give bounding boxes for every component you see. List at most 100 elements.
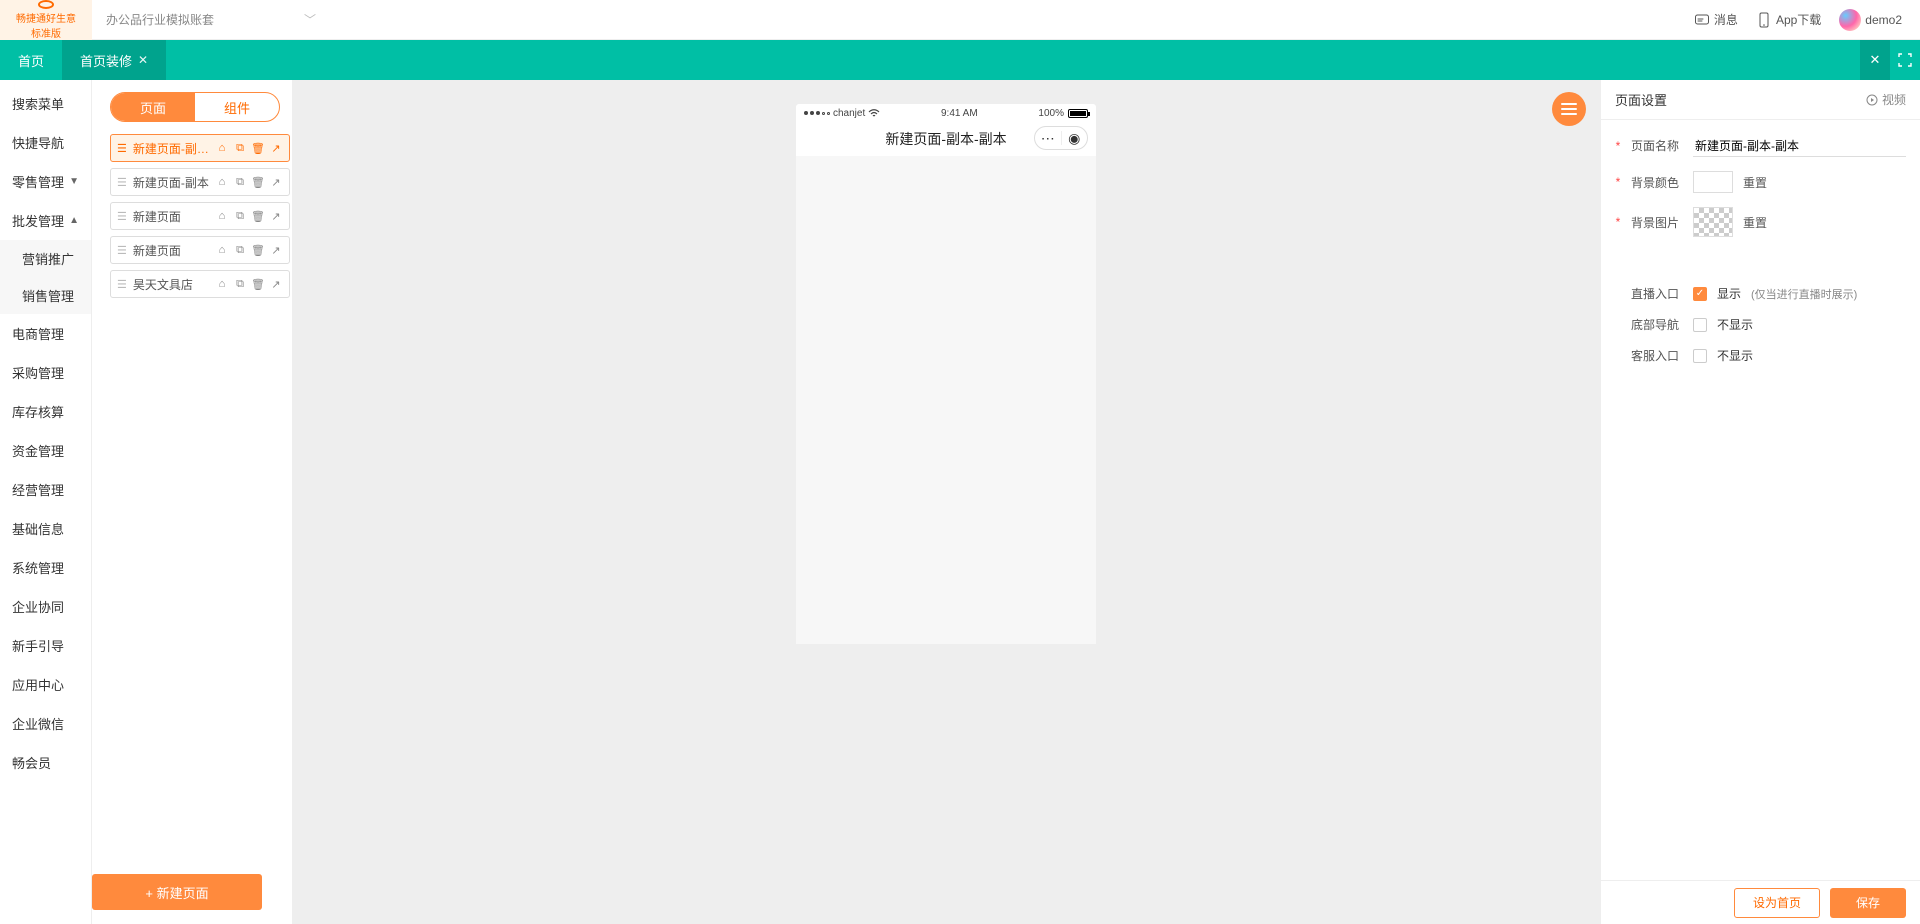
capsule-more-icon[interactable]: ⋯ [1035,130,1061,147]
page-item[interactable]: ☰ 新建页面-副本 ⌂⧉🗑↗ [110,168,290,196]
nav-sales[interactable]: 销售管理 [0,277,91,314]
brand-name: 畅捷通好生意 [16,10,76,25]
reset-bg-image[interactable]: 重置 [1743,214,1767,231]
reset-bg-color[interactable]: 重置 [1743,174,1767,191]
user-menu[interactable]: demo2 [1839,9,1902,31]
nav-system[interactable]: 系统管理 [0,548,91,587]
nav-label: 基础信息 [12,519,64,538]
nav-label: 应用中心 [12,675,64,694]
nav-quick[interactable]: 快捷导航 [0,123,91,162]
checkbox-service[interactable] [1693,349,1707,363]
nav-inventory[interactable]: 库存核算 [0,392,91,431]
home-icon[interactable]: ⌂ [215,243,229,257]
field-live: * 直播入口 ✓ 显示 (仅当进行直播时展示) [1615,285,1906,302]
phone-body[interactable] [796,156,1096,644]
tab-editor-label: 首页装修 [80,51,132,70]
home-icon[interactable]: ⌂ [215,209,229,223]
nav-member[interactable]: 畅会员 [0,743,91,782]
label-page-name: 页面名称 [1631,137,1683,154]
nav-retail[interactable]: 零售管理▼ [0,162,91,201]
tab-close-all-button[interactable]: ✕ [1860,40,1890,80]
fullscreen-button[interactable] [1890,40,1920,80]
drag-icon[interactable]: ☰ [117,176,127,189]
copy-icon[interactable]: ⧉ [233,175,247,189]
home-icon[interactable]: ⌂ [215,277,229,291]
set-home-button[interactable]: 设为首页 [1734,888,1820,918]
nav-collab[interactable]: 企业协同 [0,587,91,626]
nav-wecom[interactable]: 企业微信 [0,704,91,743]
miniapp-capsule[interactable]: ⋯ ◉ [1034,126,1088,150]
share-icon[interactable]: ↗ [269,243,283,257]
home-icon[interactable]: ⌂ [215,175,229,189]
label-bg-image: 背景图片 [1631,214,1683,231]
phone-time: 9:41 AM [941,108,978,119]
copy-icon[interactable]: ⧉ [233,277,247,291]
nav-guide[interactable]: 新手引导 [0,626,91,665]
page-list-column: 页面 组件 ☰ 新建页面-副本... ⌂ ⧉ 🗑 ↗ [92,80,292,924]
drag-icon[interactable]: ☰ [117,244,127,257]
tab-home-label: 首页 [18,51,44,70]
nav-marketing[interactable]: 营销推广 [0,240,91,277]
logo[interactable]: 畅捷通好生意 标准版 [0,0,92,40]
nav-purchase[interactable]: 采购管理 [0,353,91,392]
drag-icon[interactable]: ☰ [117,142,127,155]
nav-label: 企业协同 [12,597,64,616]
share-icon[interactable]: ↗ [269,209,283,223]
tab-home[interactable]: 首页 [0,40,62,80]
checkbox-bottom-nav[interactable] [1693,318,1707,332]
nav-finance[interactable]: 资金管理 [0,431,91,470]
bg-image-swatch[interactable] [1693,207,1733,237]
page-item[interactable]: ☰ 昊天文具店 ⌂⧉🗑↗ [110,270,290,298]
tab-editor[interactable]: 首页装修 ✕ [62,40,166,80]
delete-icon[interactable]: 🗑 [251,141,265,155]
drag-icon[interactable]: ☰ [117,210,127,223]
nav-ecommerce[interactable]: 电商管理 [0,314,91,353]
page-name: 新建页面 [133,242,209,259]
home-icon[interactable]: ⌂ [215,141,229,155]
drag-icon[interactable]: ☰ [117,278,127,291]
page-item[interactable]: ☰ 新建页面-副本... ⌂ ⧉ 🗑 ↗ [110,134,290,162]
switch-page[interactable]: 页面 [111,93,195,121]
field-bg-image: * 背景图片 重置 [1615,207,1906,237]
settings-header: 页面设置 视频 [1601,80,1920,120]
new-page-button[interactable]: + 新建页面 [92,874,262,910]
app-download-link[interactable]: App下载 [1756,11,1821,28]
page-item[interactable]: ☰ 新建页面 ⌂⧉🗑↗ [110,202,290,230]
share-icon[interactable]: ↗ [269,277,283,291]
settings-footer: 设为首页 保存 [1601,880,1920,924]
page-item[interactable]: ☰ 新建页面 ⌂ ⧉ 🗑 ↗ [110,236,290,264]
copy-icon[interactable]: ⧉ [233,209,247,223]
app-download-label: App下载 [1776,11,1821,28]
save-button[interactable]: 保存 [1830,888,1906,918]
canvas-menu-button[interactable] [1552,92,1586,126]
messages-link[interactable]: 消息 [1694,11,1738,28]
nav-wholesale[interactable]: 批发管理▲ [0,201,91,240]
share-icon[interactable]: ↗ [269,141,283,155]
input-page-name[interactable] [1693,134,1906,157]
account-selector[interactable]: 办公品行业模拟账套 ﹀ [92,11,1694,28]
checkbox-live-label: 显示 [1717,285,1741,302]
switch-component[interactable]: 组件 [195,93,279,121]
bg-color-swatch[interactable] [1693,171,1733,193]
delete-icon[interactable]: 🗑 [251,243,265,257]
close-icon[interactable]: ✕ [138,53,148,67]
editor-area: 页面 组件 ☰ 新建页面-副本... ⌂ ⧉ 🗑 ↗ [92,80,1920,924]
nav-appcenter[interactable]: 应用中心 [0,665,91,704]
copy-icon[interactable]: ⧉ [233,243,247,257]
nav-search[interactable]: 搜索菜单 [0,84,91,123]
delete-icon[interactable]: 🗑 [251,277,265,291]
capsule-close-icon[interactable]: ◉ [1062,130,1088,147]
field-service: * 客服入口 不显示 [1615,347,1906,364]
nav-basic[interactable]: 基础信息 [0,509,91,548]
caret-up-icon: ▲ [69,215,79,226]
nav-label: 经营管理 [12,480,64,499]
caret-down-icon: ▼ [69,176,79,187]
share-icon[interactable]: ↗ [269,175,283,189]
delete-icon[interactable]: 🗑 [251,175,265,189]
video-help-link[interactable]: 视频 [1866,91,1906,108]
copy-icon[interactable]: ⧉ [233,141,247,155]
nav-operation[interactable]: 经营管理 [0,470,91,509]
checkbox-live[interactable]: ✓ [1693,287,1707,301]
phone-title-bar: 新建页面-副本-副本 ⋯ ◉ [796,122,1096,156]
delete-icon[interactable]: 🗑 [251,209,265,223]
